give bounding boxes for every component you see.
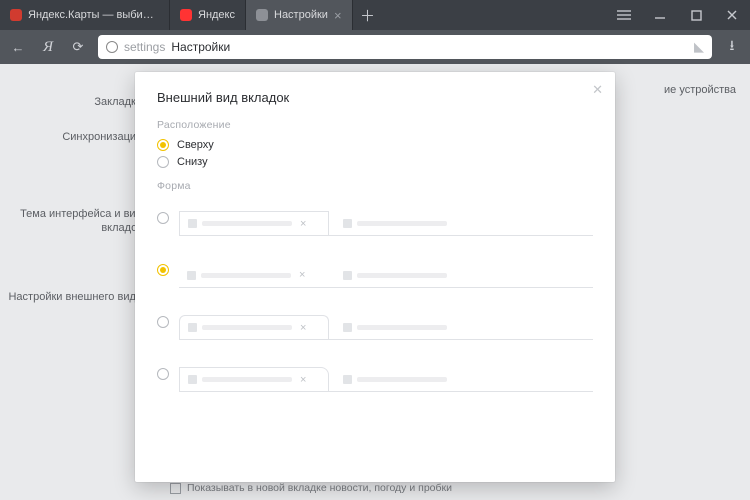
browser-tabs: Яндекс.Карты — выбирай Яндекс Настройки … <box>0 0 606 30</box>
modal-overlay: ✕ Внешний вид вкладок Расположение Сверх… <box>0 64 750 500</box>
address-bar[interactable]: settings Настройки ◣ <box>98 35 712 59</box>
radio-position-top[interactable]: Сверху <box>157 139 593 151</box>
tab-label: Яндекс.Карты — выбирай <box>28 9 159 21</box>
radio-shape-1[interactable]: × <box>157 202 593 236</box>
shape-preview: × <box>179 358 593 392</box>
radio-icon <box>157 264 169 276</box>
shape-preview: × <box>179 254 593 288</box>
minimize-icon[interactable] <box>642 9 678 21</box>
radio-icon <box>157 139 169 151</box>
radio-label: Сверху <box>177 139 214 151</box>
modal-close-button[interactable]: ✕ <box>592 82 603 98</box>
yandex-home-button[interactable]: Я <box>38 39 58 56</box>
modal-title: Внешний вид вкладок <box>157 90 593 105</box>
menu-icon[interactable] <box>606 10 642 20</box>
window-controls <box>606 0 750 30</box>
radio-icon <box>157 368 169 380</box>
bookmark-icon[interactable]: ◣ <box>694 39 704 55</box>
close-window-icon[interactable] <box>714 9 750 21</box>
tab-maps[interactable]: Яндекс.Карты — выбирай <box>0 0 170 30</box>
radio-shape-4[interactable]: × <box>157 358 593 392</box>
tab-appearance-modal: ✕ Внешний вид вкладок Расположение Сверх… <box>135 72 615 482</box>
new-tab-button[interactable]: ＋ <box>353 0 383 30</box>
shape-preview: × <box>179 202 593 236</box>
radio-shape-3[interactable]: × <box>157 306 593 340</box>
radio-label: Снизу <box>177 156 208 168</box>
site-icon <box>106 41 118 53</box>
tab-settings[interactable]: Настройки × <box>246 0 353 30</box>
page: Закладки Синхронизация Тема интерфейса и… <box>0 64 750 500</box>
group-shape-label: Форма <box>157 180 593 192</box>
titlebar: Яндекс.Карты — выбирай Яндекс Настройки … <box>0 0 750 30</box>
radio-icon <box>157 156 169 168</box>
radio-icon <box>157 212 169 224</box>
tab-label: Яндекс <box>198 9 235 21</box>
group-position-label: Расположение <box>157 119 593 131</box>
addr-prefix: settings <box>124 40 165 54</box>
shape-preview: × <box>179 306 593 340</box>
close-icon[interactable]: × <box>334 8 342 23</box>
back-button[interactable]: ← <box>8 40 28 55</box>
pin-icon <box>10 9 22 21</box>
gear-icon <box>256 9 268 21</box>
toolbar: ← Я ⟳ settings Настройки ◣ ⭳ <box>0 30 750 64</box>
reload-button[interactable]: ⟳ <box>68 39 88 55</box>
radio-shape-2[interactable]: × <box>157 254 593 288</box>
radio-position-bottom[interactable]: Снизу <box>157 156 593 168</box>
downloads-button[interactable]: ⭳ <box>722 35 742 59</box>
maximize-icon[interactable] <box>678 10 714 21</box>
radio-icon <box>157 316 169 328</box>
addr-text: Настройки <box>171 40 230 54</box>
tab-label: Настройки <box>274 9 328 21</box>
tab-yandex[interactable]: Яндекс <box>170 0 246 30</box>
yandex-icon <box>180 9 192 21</box>
